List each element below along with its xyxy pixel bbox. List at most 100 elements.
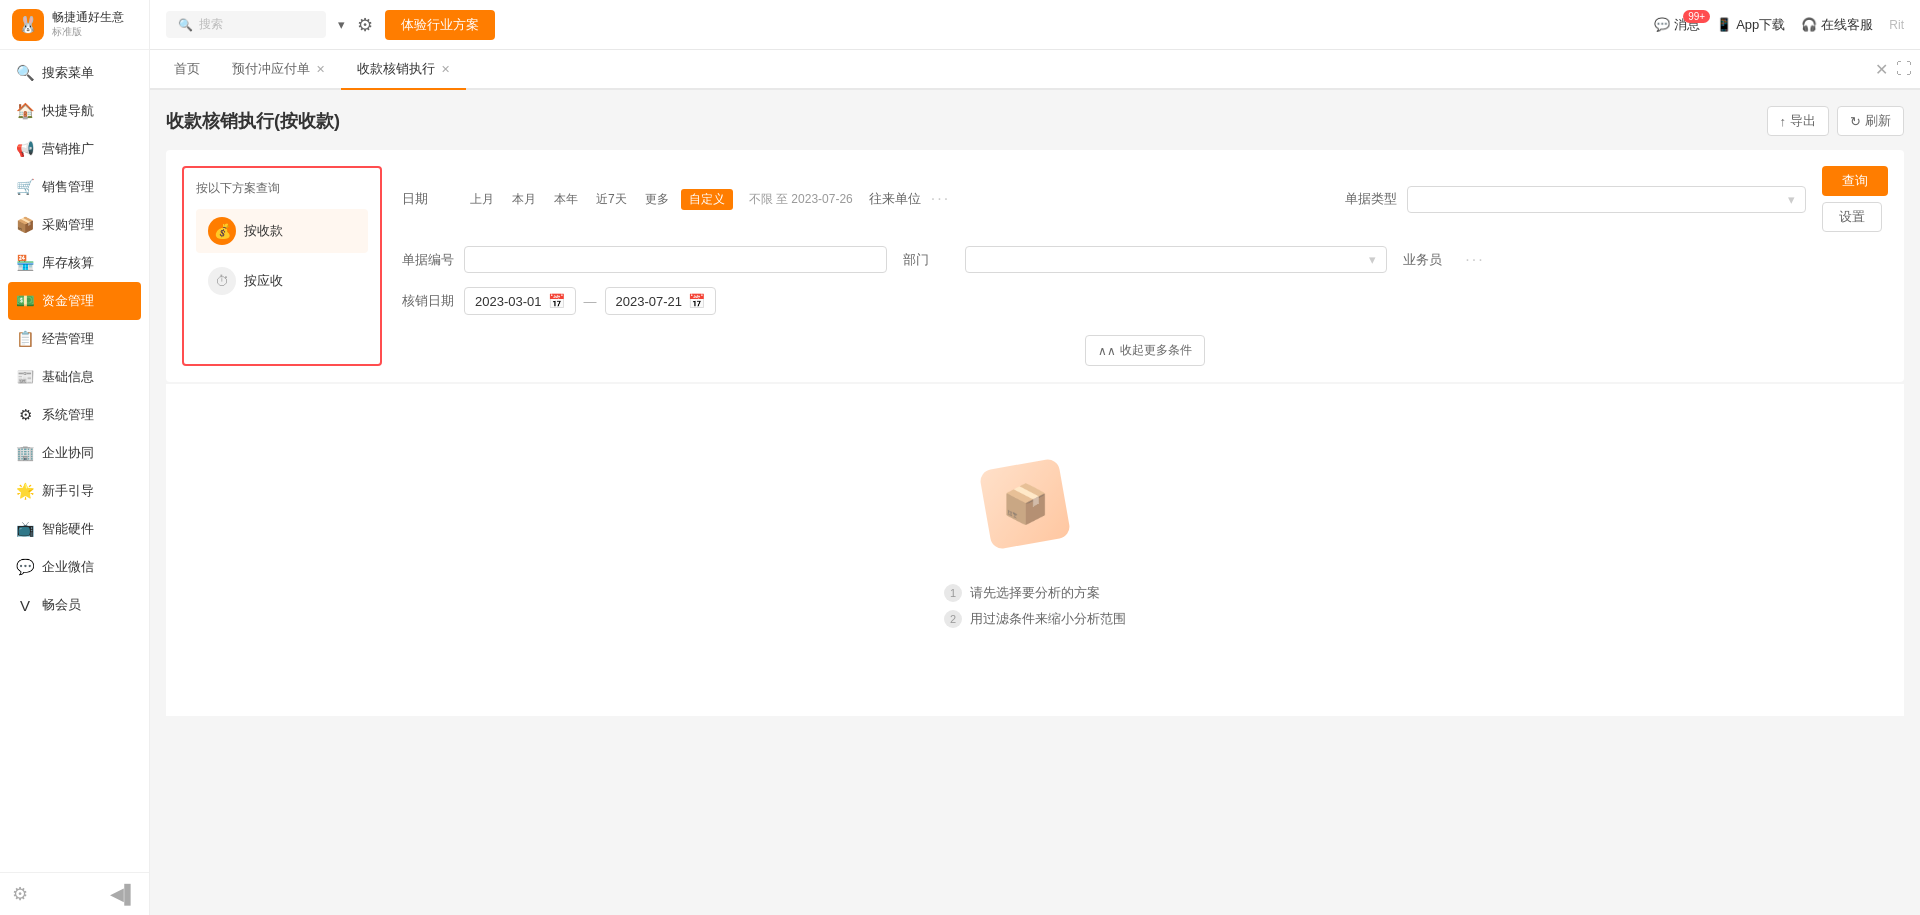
sidebar-item-system[interactable]: ⚙系统管理	[0, 396, 149, 434]
filter-option-receipt[interactable]: 💰 按收款	[196, 209, 368, 253]
solution-button[interactable]: 体验行业方案	[385, 10, 495, 40]
tabbar: 首页 预付冲应付单 ✕ 收款核销执行 ✕ ✕ ⛶	[150, 50, 1920, 90]
collapse-button[interactable]: ∧∧ 收起更多条件	[1085, 335, 1205, 366]
sidebar-item-quicknav[interactable]: 🏠快捷导航	[0, 92, 149, 130]
doc-no-label: 单据编号	[402, 251, 456, 269]
topbar-dropdown[interactable]: ▾	[338, 17, 345, 32]
query-button[interactable]: 查询	[1822, 166, 1888, 196]
app-name-block: 畅捷通好生意 标准版	[52, 10, 124, 40]
sidebar-item-member[interactable]: V畅会员	[0, 586, 149, 624]
nav-icon-wechat: 💬	[16, 558, 34, 576]
doc-type-select[interactable]: ▾	[1407, 186, 1806, 213]
online-service-button[interactable]: 🎧 在线客服	[1801, 16, 1873, 34]
sidebar-item-wechat[interactable]: 💬 企业微信	[0, 548, 149, 586]
setting-button[interactable]: 设置	[1822, 202, 1882, 232]
date-tab-7days[interactable]: 近7天	[590, 189, 633, 210]
sidebar-item-sales[interactable]: 🛒销售管理	[0, 168, 149, 206]
dept-label: 部门	[903, 251, 957, 269]
nav-icon-sales: 🛒	[16, 178, 34, 196]
dept-chevron: ▾	[1369, 252, 1376, 267]
nav-icon-marketing: 📢	[16, 140, 34, 158]
empty-tips: 1 请先选择要分析的方案 2 用过滤条件来缩小分析范围	[944, 584, 1126, 636]
nav-icon-purchase: 📦	[16, 216, 34, 234]
verify-date-start-input[interactable]: 2023-03-01 📅	[464, 287, 576, 315]
sidebar-item-marketing[interactable]: 📢营销推广	[0, 130, 149, 168]
staff-label: 业务员	[1403, 251, 1457, 269]
expand-tab-icon[interactable]: ⛶	[1896, 60, 1912, 78]
refresh-button[interactable]: ↻ 刷新	[1837, 106, 1904, 136]
sidebar-item-operation[interactable]: 📋经营管理	[0, 320, 149, 358]
sidebar-item-search[interactable]: 🔍搜索菜单	[0, 54, 149, 92]
empty-tip-2: 2 用过滤条件来缩小分析范围	[944, 610, 1126, 628]
sidebar-item-hardware[interactable]: 📺智能硬件	[0, 510, 149, 548]
sidebar-nav: 🔍搜索菜单🏠快捷导航📢营销推广🛒销售管理📦采购管理🏪库存核算💵资金管理📋经营管理…	[0, 50, 149, 872]
doc-no-input[interactable]	[464, 246, 887, 273]
tip-2-number: 2	[944, 610, 962, 628]
filter-row-2: 单据编号 部门 ▾ 业务员 ···	[402, 246, 1888, 273]
export-button[interactable]: ↑ 导出	[1767, 106, 1830, 136]
staff-select[interactable]: ···	[1465, 251, 1484, 269]
close-tab-icon[interactable]: ✕	[1875, 60, 1888, 79]
sidebar-item-basic[interactable]: 📰基础信息	[0, 358, 149, 396]
date-tab-lastmonth[interactable]: 上月	[464, 189, 500, 210]
doc-type-field: 单据类型 ▾	[1345, 186, 1806, 213]
sidebar-item-inventory[interactable]: 🏪库存核算	[0, 244, 149, 282]
filter-option-receivable[interactable]: ⏱ 按应收	[196, 259, 368, 303]
tab-receipt[interactable]: 收款核销执行 ✕	[341, 50, 466, 90]
nav-icon-system: ⚙	[16, 406, 34, 424]
sidebar-item-guide[interactable]: 🌟新手引导	[0, 472, 149, 510]
message-button[interactable]: 💬 消息 99+	[1654, 16, 1700, 34]
sidebar-footer: ⚙ ◀▌	[0, 872, 149, 915]
verify-date-end-input[interactable]: 2023-07-21 📅	[605, 287, 717, 315]
receipt-option-label: 按收款	[244, 222, 283, 240]
empty-box-icon: 📦	[979, 458, 1072, 551]
date-tab-custom[interactable]: 自定义	[681, 189, 733, 210]
receivable-option-label: 按应收	[244, 272, 283, 290]
sidebar: 🐰 畅捷通好生意 标准版 🔍搜索菜单🏠快捷导航📢营销推广🛒销售管理📦采购管理🏪库…	[0, 0, 150, 915]
prepay-tab-label: 预付冲应付单	[232, 60, 310, 78]
sidebar-item-corp[interactable]: 🏢企业协同	[0, 434, 149, 472]
sidebar-item-finance[interactable]: 💵资金管理	[8, 282, 141, 320]
settings-icon[interactable]: ⚙	[12, 883, 28, 905]
receipt-tab-label: 收款核销执行	[357, 60, 435, 78]
service-label: 在线客服	[1821, 16, 1873, 34]
date-tab-thisyear[interactable]: 本年	[548, 189, 584, 210]
collapse-sidebar-icon[interactable]: ◀▌	[110, 883, 137, 905]
sidebar-item-purchase[interactable]: 📦采购管理	[0, 206, 149, 244]
tab-home[interactable]: 首页	[158, 50, 216, 90]
app-download-button[interactable]: 📱 App下载	[1716, 16, 1785, 34]
date-range-separator: —	[584, 294, 597, 309]
date-field: 日期 上月 本月 本年 近7天 更多 自定义 不限 至 2023-07-26	[402, 189, 853, 210]
nav-label-wechat: 企业微信	[42, 558, 94, 576]
app-download-label: App下载	[1736, 16, 1785, 34]
tip-1-number: 1	[944, 584, 962, 602]
doc-type-chevron: ▾	[1788, 192, 1795, 207]
verify-date-field: 核销日期 2023-03-01 📅 — 2023-07-21 📅	[402, 287, 1888, 315]
date-tab-more[interactable]: 更多	[639, 189, 675, 210]
tab-prepay[interactable]: 预付冲应付单 ✕	[216, 50, 341, 90]
receipt-tab-close[interactable]: ✕	[441, 63, 450, 76]
tip-1-text: 请先选择要分析的方案	[970, 584, 1100, 602]
prepay-tab-close[interactable]: ✕	[316, 63, 325, 76]
topbar-gear-icon[interactable]: ⚙	[357, 14, 373, 36]
nav-icon-hardware: 📺	[16, 520, 34, 538]
filter-fields: 日期 上月 本月 本年 近7天 更多 自定义 不限 至 2023-07-26	[402, 166, 1888, 366]
main-area: 🔍 搜索 ▾ ⚙ 体验行业方案 💬 消息 99+ 📱 App下载 🎧 在线客服	[150, 0, 1920, 915]
topbar-search[interactable]: 🔍 搜索	[166, 11, 326, 38]
message-badge: 99+	[1683, 10, 1710, 23]
nav-icon-corp: 🏢	[16, 444, 34, 462]
page-header: 收款核销执行(按收款) ↑ 导出 ↻ 刷新	[166, 106, 1904, 136]
staff-field: 业务员 ···	[1403, 251, 1888, 269]
filter-row-1: 日期 上月 本月 本年 近7天 更多 自定义 不限 至 2023-07-26	[402, 166, 1888, 232]
nav-icon-basic: 📰	[16, 368, 34, 386]
date-tab-thismonth[interactable]: 本月	[506, 189, 542, 210]
verify-date-start-calendar-icon: 📅	[548, 293, 565, 309]
nav-label-quicknav: 快捷导航	[42, 102, 94, 120]
receivable-option-icon: ⏱	[208, 267, 236, 295]
doc-no-field: 单据编号	[402, 246, 887, 273]
partner-label: 往来单位	[869, 190, 923, 208]
page-title: 收款核销执行(按收款)	[166, 109, 340, 133]
user-label[interactable]: Rit	[1889, 18, 1904, 32]
partner-select[interactable]: ···	[931, 190, 950, 208]
dept-select[interactable]: ▾	[965, 246, 1388, 273]
